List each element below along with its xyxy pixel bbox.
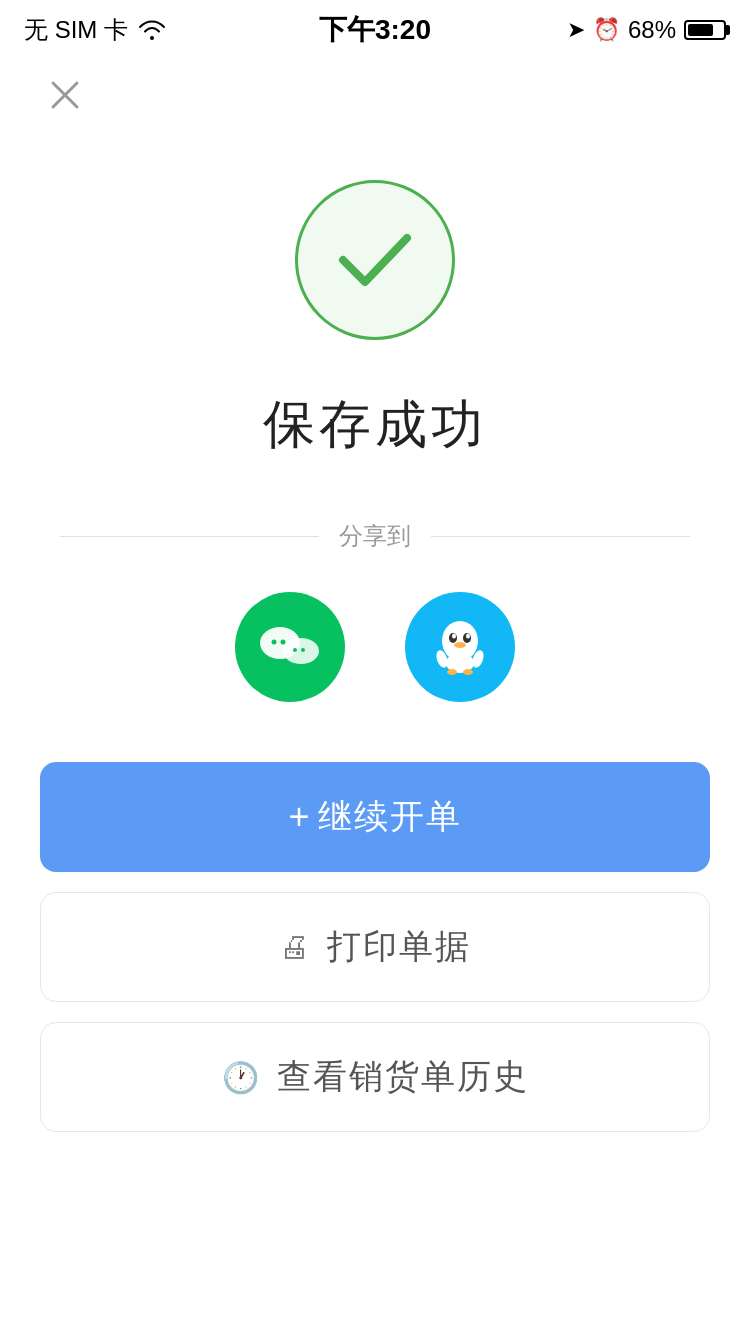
print-button[interactable]: 🖨 打印单据	[40, 892, 710, 1002]
wifi-icon	[138, 20, 166, 40]
share-label: 分享到	[319, 520, 431, 552]
time-display: 下午3:20	[319, 11, 431, 49]
history-icon: 🕐	[222, 1060, 261, 1095]
battery-percent: 68%	[628, 16, 676, 44]
status-right: ➤ ⏰ 68%	[567, 16, 726, 44]
print-icon: 🖨	[279, 930, 311, 964]
svg-point-7	[301, 648, 305, 652]
close-icon	[47, 77, 83, 113]
status-left: 无 SIM 卡	[24, 14, 166, 46]
status-bar: 无 SIM 卡 下午3:20 ➤ ⏰ 68%	[0, 0, 750, 60]
svg-point-15	[447, 669, 457, 675]
continue-button[interactable]: + 继续开单	[40, 762, 710, 872]
svg-point-6	[293, 648, 297, 652]
wechat-share-button[interactable]	[235, 592, 345, 702]
success-title: 保存成功	[263, 390, 487, 460]
battery-icon	[684, 20, 726, 40]
print-label: 打印单据	[327, 924, 471, 970]
svg-point-3	[283, 638, 319, 664]
wechat-icon	[255, 617, 325, 677]
alarm-icon: ⏰	[593, 17, 620, 43]
checkmark-icon	[335, 230, 415, 290]
share-divider: 分享到	[0, 520, 750, 552]
svg-point-4	[272, 640, 277, 645]
history-button[interactable]: 🕐 查看销货单历史	[40, 1022, 710, 1132]
svg-point-5	[281, 640, 286, 645]
location-icon: ➤	[567, 17, 585, 43]
success-circle	[295, 180, 455, 340]
main-content: 保存成功 分享到	[0, 60, 750, 1132]
svg-point-11	[452, 633, 456, 638]
share-icons	[235, 592, 515, 702]
qq-share-button[interactable]	[405, 592, 515, 702]
close-button[interactable]	[40, 70, 90, 120]
history-label: 查看销货单历史	[277, 1054, 529, 1100]
divider-left	[60, 536, 319, 537]
carrier-text: 无 SIM 卡	[24, 14, 128, 46]
qq-icon	[428, 615, 493, 680]
buttons-container: + 继续开单 🖨 打印单据 🕐 查看销货单历史	[0, 762, 750, 1132]
continue-label: 继续开单	[318, 794, 462, 840]
svg-point-12	[466, 633, 470, 638]
divider-right	[431, 536, 690, 537]
svg-point-16	[463, 669, 473, 675]
continue-icon: +	[288, 796, 311, 838]
svg-point-13	[454, 642, 466, 648]
